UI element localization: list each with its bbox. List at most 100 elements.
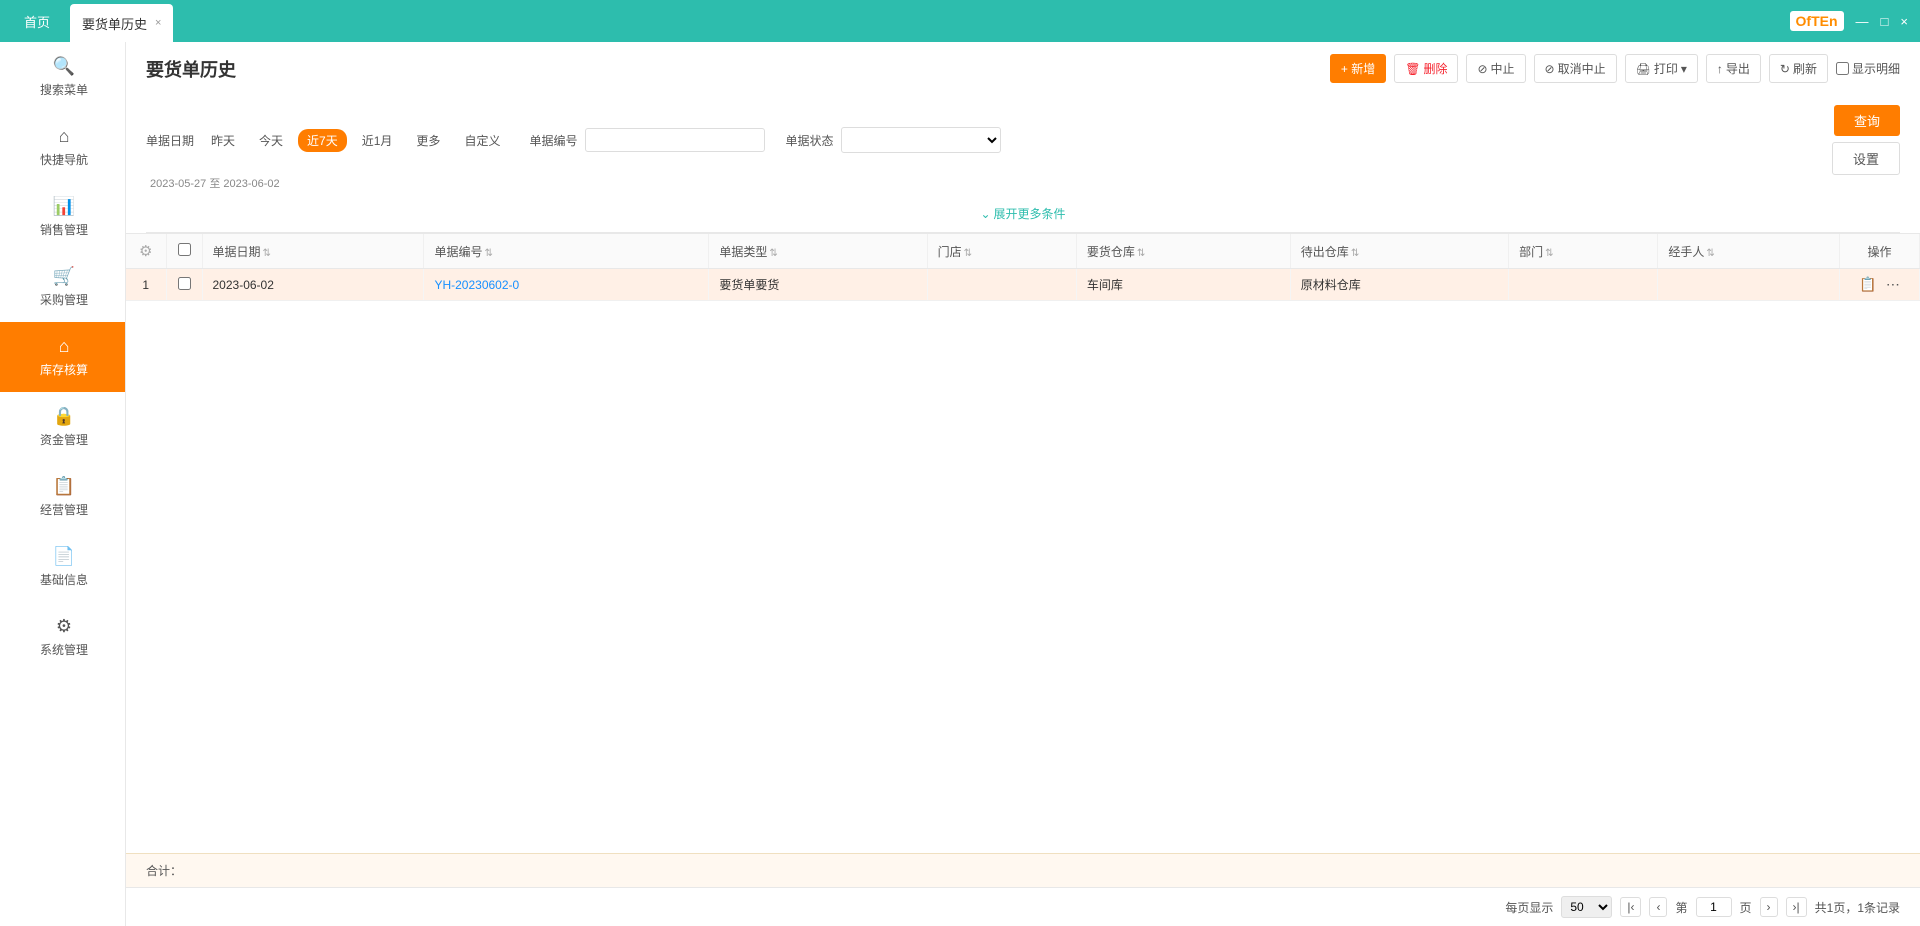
sidebar-label-finance: 资金管理 bbox=[40, 431, 88, 448]
cell-shop bbox=[927, 269, 1076, 301]
refresh-button[interactable]: ↻ 刷新 bbox=[1769, 54, 1828, 83]
cell-ops: 📋 ⋯ bbox=[1840, 269, 1920, 301]
date-btn-yesterday[interactable]: 昨天 bbox=[202, 129, 244, 152]
date-range-display: 2023-05-27 至 2023-06-02 bbox=[150, 175, 280, 191]
tab-active[interactable]: 要货单历史 × bbox=[70, 4, 173, 42]
expand-more-btn[interactable]: ⌄ 展开更多条件 bbox=[980, 205, 1065, 222]
cell-date: 2023-06-02 bbox=[202, 269, 424, 301]
doc-no-input[interactable] bbox=[585, 128, 765, 152]
minimize-btn[interactable]: — bbox=[1856, 14, 1869, 29]
cell-doc-no: YH-20230602-0 bbox=[424, 269, 709, 301]
page-input[interactable]: 1 bbox=[1696, 897, 1732, 917]
sort-date-icon[interactable]: ⇅ bbox=[263, 248, 271, 259]
date-btn-today[interactable]: 今天 bbox=[250, 129, 292, 152]
date-btn-7days[interactable]: 近7天 bbox=[298, 129, 347, 152]
date-btn-custom[interactable]: 自定义 bbox=[455, 129, 509, 152]
page-label: 第 bbox=[1675, 899, 1687, 916]
total-info: 共1页，1条记录 bbox=[1815, 899, 1900, 916]
display-detail-toggle[interactable]: 显示明细 bbox=[1836, 60, 1900, 77]
tab-close-icon[interactable]: × bbox=[155, 17, 161, 29]
search-menu-icon: 🔍 bbox=[53, 56, 75, 77]
display-detail-checkbox[interactable] bbox=[1836, 62, 1849, 75]
sort-doctype-icon[interactable]: ⇅ bbox=[769, 248, 777, 259]
first-page-btn[interactable]: |‹ bbox=[1620, 897, 1641, 917]
cell-index: 1 bbox=[126, 269, 166, 301]
data-table: ⚙ 单据日期⇅ 单据编号⇅ 单 bbox=[126, 234, 1920, 301]
table-footer: 合计： bbox=[126, 853, 1920, 887]
th-date: 单据日期⇅ bbox=[202, 234, 424, 269]
sort-handler-icon[interactable]: ⇅ bbox=[1706, 248, 1714, 259]
sidebar-label-operations: 经营管理 bbox=[40, 501, 88, 518]
brand-text: OfTEn bbox=[1790, 11, 1844, 31]
delete-icon: 🗑 bbox=[1405, 62, 1420, 76]
table-container: ⚙ 单据日期⇅ 单据编号⇅ 单 bbox=[126, 234, 1920, 853]
column-settings-icon[interactable]: ⚙ bbox=[139, 243, 152, 260]
inventory-icon: ⌂ bbox=[59, 336, 70, 357]
tab-home[interactable]: 首页 bbox=[12, 0, 62, 42]
cell-department bbox=[1509, 269, 1658, 301]
sidebar-item-system[interactable]: ⚙ 系统管理 bbox=[0, 602, 125, 672]
sort-shop-icon[interactable]: ⇅ bbox=[964, 248, 972, 259]
sort-warehouse-icon[interactable]: ⇅ bbox=[1137, 248, 1145, 259]
date-btn-1month[interactable]: 近1月 bbox=[353, 129, 402, 152]
sales-icon: 📊 bbox=[53, 196, 75, 217]
page-title: 要货单历史 bbox=[146, 56, 236, 82]
export-button[interactable]: ↑ 导出 bbox=[1706, 54, 1761, 83]
purchase-icon: 🛒 bbox=[53, 266, 75, 287]
page-unit: 页 bbox=[1740, 899, 1752, 916]
sidebar-label-purchase: 采购管理 bbox=[40, 291, 88, 308]
row-more-icon[interactable]: ⋯ bbox=[1886, 276, 1900, 292]
delete-button[interactable]: 🗑 删除 bbox=[1394, 54, 1458, 83]
th-warehouse: 要货仓库⇅ bbox=[1076, 234, 1290, 269]
prev-page-btn[interactable]: ‹ bbox=[1649, 897, 1667, 917]
top-right-area: OfTEn — □ × bbox=[1790, 11, 1908, 31]
sidebar-label-quick-nav: 快捷导航 bbox=[40, 151, 88, 168]
sidebar-label-sales: 销售管理 bbox=[40, 221, 88, 238]
sort-department-icon[interactable]: ⇅ bbox=[1545, 248, 1553, 259]
sidebar-label-basics: 基础信息 bbox=[40, 571, 88, 588]
print-dropdown-icon: ▾ bbox=[1681, 62, 1687, 76]
sidebar-item-purchase[interactable]: 🛒 采购管理 bbox=[0, 252, 125, 322]
stop-button[interactable]: ⊘ 中止 bbox=[1466, 54, 1525, 83]
print-button[interactable]: 🖨 打印 ▾ bbox=[1625, 54, 1698, 83]
row-checkbox[interactable] bbox=[178, 277, 191, 290]
print-icon: 🖨 bbox=[1636, 62, 1651, 76]
top-bar: 首页 要货单历史 × OfTEn — □ × bbox=[0, 0, 1920, 42]
sidebar-item-quick-nav[interactable]: ⌂ 快捷导航 bbox=[0, 112, 125, 182]
last-page-btn[interactable]: ›| bbox=[1786, 897, 1807, 917]
sidebar-item-basics[interactable]: 📄 基础信息 bbox=[0, 532, 125, 602]
th-doc-no: 单据编号⇅ bbox=[424, 234, 709, 269]
sidebar-label-system: 系统管理 bbox=[40, 641, 88, 658]
close-btn[interactable]: × bbox=[1900, 14, 1908, 29]
date-btn-more[interactable]: 更多 bbox=[407, 129, 449, 152]
refresh-icon: ↻ bbox=[1780, 62, 1790, 76]
sort-out-warehouse-icon[interactable]: ⇅ bbox=[1351, 248, 1359, 259]
system-icon: ⚙ bbox=[56, 616, 72, 637]
cancel-stop-button[interactable]: ⊘ 取消中止 bbox=[1534, 54, 1617, 83]
sidebar-item-operations[interactable]: 📋 经营管理 bbox=[0, 462, 125, 532]
settings-button[interactable]: 设置 bbox=[1832, 142, 1900, 175]
table-row: 1 2023-06-02 YH-20230602-0 要货单要货 车间 bbox=[126, 269, 1920, 301]
basics-icon: 📄 bbox=[53, 546, 75, 567]
row-edit-icon[interactable]: 📋 bbox=[1859, 276, 1876, 292]
th-checkbox bbox=[166, 234, 202, 269]
status-select[interactable] bbox=[841, 127, 1001, 153]
doc-no-link[interactable]: YH-20230602-0 bbox=[434, 278, 519, 292]
finance-icon: 🔒 bbox=[53, 406, 75, 427]
th-shop: 门店⇅ bbox=[927, 234, 1076, 269]
sidebar-item-inventory[interactable]: ⌂ 库存核算 bbox=[0, 322, 125, 392]
sidebar-item-sales[interactable]: 📊 销售管理 bbox=[0, 182, 125, 252]
cell-out-warehouse: 原材料仓库 bbox=[1290, 269, 1508, 301]
sidebar-item-finance[interactable]: 🔒 资金管理 bbox=[0, 392, 125, 462]
toolbar: + 新增 🗑 删除 ⊘ 中止 ⊘ 取消中止 bbox=[1330, 54, 1900, 83]
page-size-select[interactable]: 50 100 200 bbox=[1561, 896, 1612, 918]
cell-check[interactable] bbox=[166, 269, 202, 301]
sort-docno-icon[interactable]: ⇅ bbox=[484, 248, 492, 259]
maximize-btn[interactable]: □ bbox=[1881, 14, 1889, 29]
th-out-warehouse: 待出仓库⇅ bbox=[1290, 234, 1508, 269]
query-button[interactable]: 查询 bbox=[1834, 105, 1900, 136]
add-button[interactable]: + 新增 bbox=[1330, 54, 1386, 83]
next-page-btn[interactable]: › bbox=[1760, 897, 1778, 917]
sidebar-item-search-menu[interactable]: 🔍 搜索菜单 bbox=[0, 42, 125, 112]
select-all-checkbox[interactable] bbox=[178, 243, 191, 256]
